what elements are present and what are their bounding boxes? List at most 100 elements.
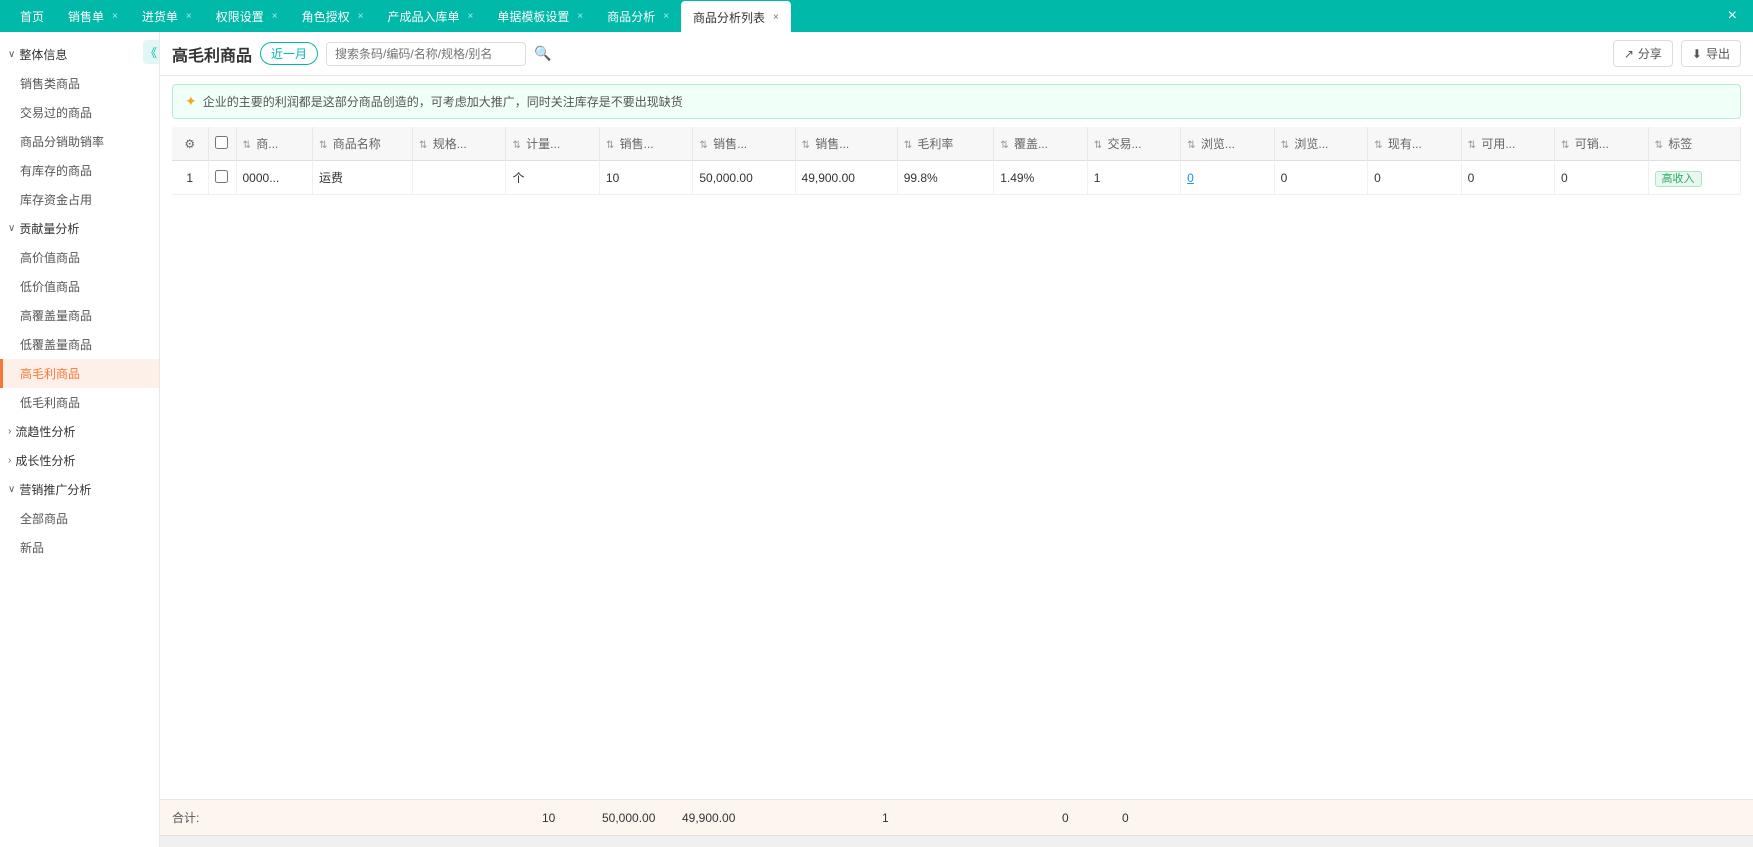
col-header-name[interactable]: ⇅ 商品名称: [312, 127, 412, 161]
sidebar-item-sales-goods[interactable]: 销售类商品: [0, 69, 159, 98]
tab-product-analysis[interactable]: 商品分析 ×: [595, 0, 681, 32]
col-header-available-stock[interactable]: ⇅ 可用...: [1461, 127, 1554, 161]
col-header-code[interactable]: ⇅ 商...: [236, 127, 312, 161]
sidebar-group-contribution[interactable]: ∨ 贡献量分析: [0, 214, 159, 243]
col-header-tag[interactable]: ⇅ 标签: [1648, 127, 1740, 161]
sort-icon: ⇅: [606, 140, 614, 151]
sort-icon: ⇅: [904, 140, 912, 151]
row-gross-margin: 99.8%: [897, 161, 994, 195]
tab-role-auth[interactable]: 角色授权 ×: [290, 0, 376, 32]
sidebar-group-marketing[interactable]: ∨ 营销推广分析: [0, 475, 159, 504]
col-header-current-stock[interactable]: ⇅ 现有...: [1368, 127, 1461, 161]
alert-icon: ✦: [185, 93, 197, 110]
sort-icon: ⇅: [802, 140, 810, 151]
search-button[interactable]: 🔍: [534, 45, 551, 62]
sidebar-item-high-margin[interactable]: 高毛利商品: [0, 359, 159, 388]
close-icon[interactable]: ×: [186, 11, 192, 22]
settings-col-header[interactable]: ⚙: [172, 127, 208, 161]
col-header-views1[interactable]: ⇅ 浏览...: [1181, 127, 1274, 161]
col-header-saleable-stock[interactable]: ⇅ 可销...: [1555, 127, 1648, 161]
sort-icon: ⇅: [1468, 140, 1476, 151]
sidebar-collapse-button[interactable]: 《: [143, 40, 159, 64]
sidebar-item-high-value[interactable]: 高价值商品: [0, 243, 159, 272]
close-icon[interactable]: ×: [773, 12, 779, 23]
chevron-down-icon: ∨: [8, 484, 15, 495]
tab-template-settings[interactable]: 单据模板设置 ×: [485, 0, 595, 32]
row-spec: [412, 161, 505, 195]
export-button[interactable]: ⬇ 导出: [1681, 40, 1741, 67]
tab-sales-order[interactable]: 销售单 ×: [56, 0, 130, 32]
footer-sales-cost: 49,900.00: [676, 811, 756, 825]
footer-sales-amount: 50,000.00: [596, 811, 676, 825]
row-views1[interactable]: 0: [1181, 161, 1274, 195]
sidebar-item-in-stock-goods[interactable]: 有库存的商品: [0, 156, 159, 185]
main-layout: 《 ∨ 整体信息 销售类商品 交易过的商品 商品分销助销率 有库存的商品 库存资…: [0, 32, 1753, 847]
sidebar-item-distribution-rate[interactable]: 商品分销助销率: [0, 127, 159, 156]
sidebar-item-stock-capital[interactable]: 库存资金占用: [0, 185, 159, 214]
select-all-checkbox[interactable]: [215, 136, 228, 149]
sidebar-item-high-coverage[interactable]: 高覆盖量商品: [0, 301, 159, 330]
row-index: 1: [172, 161, 208, 195]
time-filter-button[interactable]: 近一月: [260, 42, 318, 65]
sidebar-item-low-coverage[interactable]: 低覆盖量商品: [0, 330, 159, 359]
sidebar-item-low-margin[interactable]: 低毛利商品: [0, 388, 159, 417]
sort-icon: ⇅: [1655, 140, 1663, 151]
col-header-sales-amount[interactable]: ⇅ 销售...: [693, 127, 795, 161]
close-icon[interactable]: ×: [467, 11, 473, 22]
close-icon[interactable]: ×: [272, 11, 278, 22]
table-row: 1 0000... 运费: [172, 161, 1741, 195]
row-views2: 0: [1274, 161, 1367, 195]
row-sales-amount: 50,000.00: [693, 161, 795, 195]
header-actions: ↗ 分享 ⬇ 导出: [1613, 40, 1741, 67]
row-checkbox[interactable]: [208, 161, 236, 195]
close-icon[interactable]: ×: [358, 11, 364, 22]
alert-banner: ✦ 企业的主要的利润都是这部分商品创造的，可考虑加大推广，同时关注库存是不要出现…: [172, 84, 1741, 119]
footer-total: 合计: 10 50,000.00 49,900.00 1 0 0: [160, 799, 1753, 835]
data-table: ⚙ ⇅ 商... ⇅ 商品名称: [172, 127, 1741, 195]
sort-icon: ⇅: [512, 140, 520, 151]
search-input[interactable]: [326, 42, 526, 66]
sidebar-item-new-goods[interactable]: 新品: [0, 533, 159, 562]
share-button[interactable]: ↗ 分享: [1613, 40, 1673, 67]
col-header-spec[interactable]: ⇅ 规格...: [412, 127, 505, 161]
content-area: 高毛利商品 近一月 🔍 ↗ 分享 ⬇ 导出 ✦ 企业的主要的利润都是这部分商品创…: [160, 32, 1753, 847]
chevron-down-icon: ∨: [8, 223, 15, 234]
tab-home[interactable]: 首页: [8, 0, 56, 32]
col-header-transactions[interactable]: ⇅ 交易...: [1087, 127, 1180, 161]
row-select-checkbox[interactable]: [215, 170, 228, 183]
col-header-views2[interactable]: ⇅ 浏览...: [1274, 127, 1367, 161]
table-container: ⚙ ⇅ 商... ⇅ 商品名称: [160, 127, 1753, 799]
sidebar-group-growth[interactable]: › 成长性分析: [0, 446, 159, 475]
close-icon[interactable]: ×: [577, 11, 583, 22]
close-all-tabs-button[interactable]: ×: [1720, 7, 1745, 25]
sidebar-item-traded-goods[interactable]: 交易过的商品: [0, 98, 159, 127]
close-icon[interactable]: ×: [112, 11, 118, 22]
row-sales-cost: 49,900.00: [795, 161, 897, 195]
sidebar-item-low-value[interactable]: 低价值商品: [0, 272, 159, 301]
col-header-gross-margin[interactable]: ⇅ 毛利率: [897, 127, 994, 161]
row-code: 0000...: [236, 161, 312, 195]
tab-product-analysis-list[interactable]: 商品分析列表 ×: [681, 1, 791, 33]
tab-permissions[interactable]: 权限设置 ×: [204, 0, 290, 32]
sort-icon: ⇅: [699, 140, 707, 151]
col-header-unit[interactable]: ⇅ 计量...: [506, 127, 599, 161]
tab-purchase-order[interactable]: 进货单 ×: [130, 0, 204, 32]
col-header-sales-cost[interactable]: ⇅ 销售...: [795, 127, 897, 161]
export-icon: ⬇: [1692, 47, 1702, 61]
col-header-coverage[interactable]: ⇅ 覆盖...: [994, 127, 1087, 161]
col-header-sales-qty[interactable]: ⇅ 销售...: [599, 127, 692, 161]
close-icon[interactable]: ×: [663, 11, 669, 22]
row-unit: 个: [506, 161, 599, 195]
checkbox-col-header[interactable]: [208, 127, 236, 161]
sort-icon: ⇅: [1374, 140, 1382, 151]
sidebar-group-overview[interactable]: ∨ 整体信息: [0, 40, 159, 69]
sidebar: 《 ∨ 整体信息 销售类商品 交易过的商品 商品分销助销率 有库存的商品 库存资…: [0, 32, 160, 847]
horizontal-scrollbar[interactable]: [160, 835, 1753, 847]
tab-product-inbound[interactable]: 产成品入库单 ×: [375, 0, 485, 32]
sort-icon: ⇅: [1281, 140, 1289, 151]
footer-label: 合计:: [172, 809, 232, 826]
top-nav: 首页 销售单 × 进货单 × 权限设置 × 角色授权 × 产成品入库单 × 单据…: [0, 0, 1753, 32]
sidebar-item-all-goods[interactable]: 全部商品: [0, 504, 159, 533]
sidebar-group-trend[interactable]: › 流趋性分析: [0, 417, 159, 446]
row-transactions: 1: [1087, 161, 1180, 195]
